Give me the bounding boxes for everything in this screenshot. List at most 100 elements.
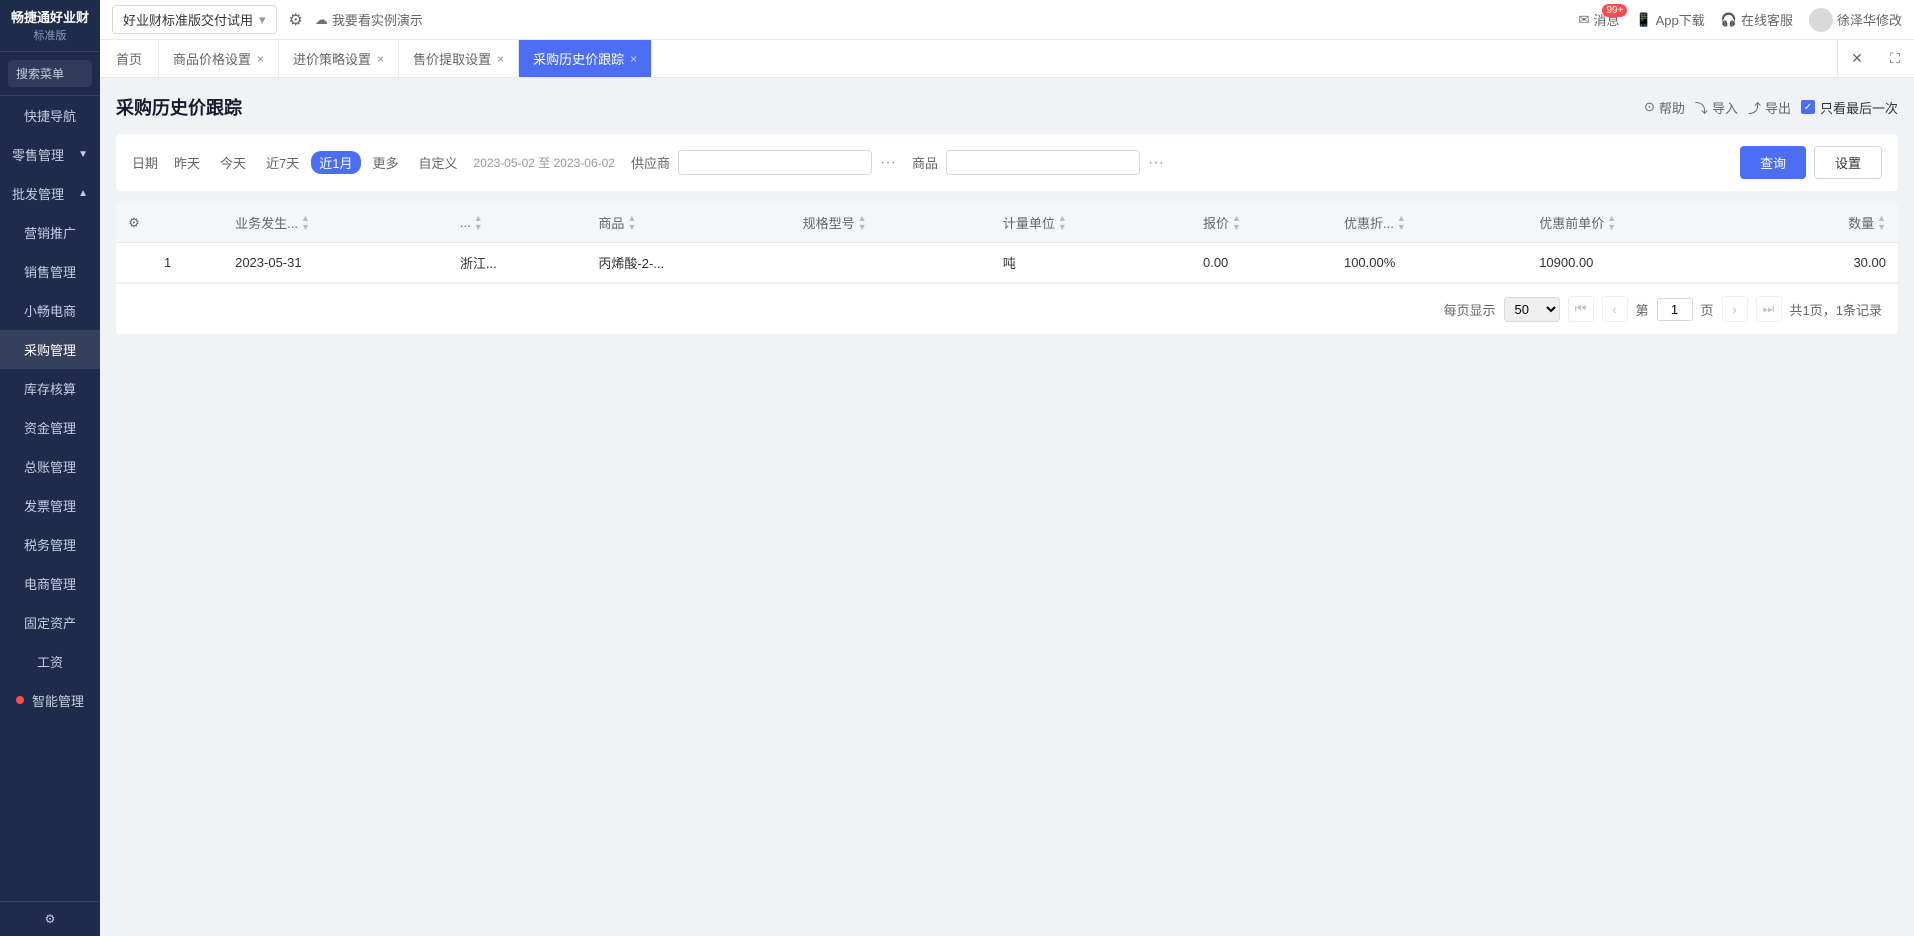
date-opt-last1month[interactable]: 近1月	[311, 151, 360, 174]
demo-button[interactable]: ☁ 我要看实例演示	[315, 10, 423, 29]
sidebar-bottom: ⚙	[0, 901, 100, 936]
page-first-button[interactable]: ⏮	[1568, 296, 1594, 322]
col-biz-date[interactable]: 业务发生... ▲▼	[223, 203, 448, 243]
tab-sale-price-label: 售价提取设置	[413, 49, 491, 68]
company-selector[interactable]: 好业财标准版交付试用 ▾	[112, 5, 277, 34]
sidebar-item-invoice[interactable]: 发票管理	[0, 486, 100, 525]
date-opt-last7[interactable]: 近7天	[258, 151, 307, 174]
pagination: 每页显示 50 100 200 ⏮ ‹ 第 页 › ⏭ 共1页，1条记录	[116, 283, 1898, 334]
tab-home[interactable]: 首页	[100, 40, 159, 78]
tab-purchase-strategy-close[interactable]: ×	[377, 52, 384, 66]
sidebar-item-quick-nav[interactable]: 快捷导航	[0, 96, 100, 135]
tab-close-button[interactable]: ✕	[1838, 40, 1876, 78]
tab-sale-price-close[interactable]: ×	[497, 52, 504, 66]
export-button[interactable]: ⤴ 导出	[1748, 98, 1791, 117]
page-unit: 页	[1701, 300, 1714, 319]
help-icon: ⊙	[1644, 99, 1655, 115]
tab-purchase-history-close[interactable]: ×	[630, 52, 637, 66]
cell-discount: 100.00%	[1332, 243, 1527, 283]
logo-title: 畅捷通好业财	[8, 10, 92, 27]
date-opt-custom[interactable]: 自定义	[411, 151, 466, 174]
sidebar-item-ecommerce-small[interactable]: 小畅电商	[0, 291, 100, 330]
page-number-input[interactable]	[1657, 298, 1693, 321]
sidebar-item-marketing[interactable]: 营销推广	[0, 213, 100, 252]
app-logo: 畅捷通好业财 标准版	[0, 0, 100, 52]
tab-price-close[interactable]: ×	[257, 52, 264, 66]
supplier-filter-group: 供应商 ···	[631, 150, 896, 175]
sidebar-item-purchase[interactable]: 采购管理	[0, 330, 100, 369]
import-label: 导入	[1712, 98, 1738, 117]
page-prev-button[interactable]: ‹	[1602, 296, 1628, 322]
tab-price[interactable]: 商品价格设置 ×	[159, 40, 279, 78]
sidebar-item-ledger[interactable]: 总账管理	[0, 447, 100, 486]
main-area: 好业财标准版交付试用 ▾ ⚙ ☁ 我要看实例演示 ✉ 消息 99+ 📱 App下…	[100, 0, 1914, 936]
sidebar-settings-button[interactable]: ⚙	[0, 902, 100, 936]
date-options: 昨天 今天 近7天 近1月 更多 自定义	[166, 151, 466, 174]
selector-arrow: ▾	[259, 12, 266, 28]
avatar	[1809, 8, 1833, 32]
tab-purchase-strategy[interactable]: 进价策略设置 ×	[279, 40, 399, 78]
search-menu-button[interactable]: 搜索菜单	[8, 60, 92, 87]
tab-purchase-history-label: 采购历史价跟踪	[533, 49, 624, 68]
sidebar-item-finance[interactable]: 资金管理	[0, 408, 100, 447]
goods-input[interactable]	[946, 150, 1140, 175]
company-name: 好业财标准版交付试用	[123, 10, 253, 29]
page-next-button[interactable]: ›	[1722, 296, 1748, 322]
user-profile[interactable]: 徐泽华修改	[1809, 8, 1902, 32]
sidebar-search[interactable]: 搜索菜单	[0, 52, 100, 96]
customer-service-button[interactable]: 🎧 在线客服	[1721, 10, 1793, 29]
sidebar-item-assets[interactable]: 固定资产	[0, 603, 100, 642]
col-quantity[interactable]: 数量 ▲▼	[1757, 203, 1898, 243]
sidebar-item-wholesale[interactable]: 批发管理 ▲	[0, 174, 100, 213]
col-unit[interactable]: 计量单位 ▲▼	[991, 203, 1191, 243]
tabbar: 首页 商品价格设置 × 进价策略设置 × 售价提取设置 × 采购历史价跟踪 × …	[100, 40, 1914, 78]
sidebar-item-tax[interactable]: 税务管理	[0, 525, 100, 564]
app-download-label: App下载	[1656, 10, 1705, 29]
total-info: 共1页，1条记录	[1790, 300, 1882, 319]
col-spec[interactable]: 规格型号 ▲▼	[791, 203, 991, 243]
supplier-input[interactable]	[678, 150, 872, 175]
sidebar-item-ecommerce[interactable]: 电商管理	[0, 564, 100, 603]
date-opt-more[interactable]: 更多	[365, 151, 407, 174]
date-opt-yesterday[interactable]: 昨天	[166, 151, 208, 174]
topbar-settings-icon[interactable]: ⚙	[289, 10, 303, 30]
cell-spec	[791, 243, 991, 283]
message-button[interactable]: ✉ 消息 99+	[1579, 10, 1620, 29]
date-opt-today[interactable]: 今天	[212, 151, 254, 174]
help-button[interactable]: ⊙ 帮助	[1644, 98, 1685, 117]
tab-purchase-history[interactable]: 采购历史价跟踪 ×	[519, 40, 652, 78]
col-pre-discount-price[interactable]: 优惠前单价 ▲▼	[1527, 203, 1757, 243]
goods-dots[interactable]: ···	[1148, 154, 1164, 172]
sidebar-item-inventory[interactable]: 库存核算	[0, 369, 100, 408]
date-label: 日期	[132, 153, 158, 172]
page-last-button[interactable]: ⏭	[1756, 296, 1782, 322]
col-discount[interactable]: 优惠折... ▲▼	[1332, 203, 1527, 243]
cell-quote: 0.00	[1191, 243, 1332, 283]
sidebar-item-smart[interactable]: 智能管理	[0, 681, 100, 720]
user-name: 徐泽华修改	[1837, 10, 1902, 29]
sidebar-item-sales[interactable]: 销售管理	[0, 252, 100, 291]
tab-expand-button[interactable]: ⛶	[1876, 40, 1914, 78]
col-quote[interactable]: 报价 ▲▼	[1191, 203, 1332, 243]
sidebar-item-salary[interactable]: 工资	[0, 642, 100, 681]
filter-bar: 日期 昨天 今天 近7天 近1月 更多 自定义 2023-05-02 至 202…	[116, 134, 1898, 191]
query-button[interactable]: 查询	[1740, 146, 1806, 179]
supplier-dots[interactable]: ···	[880, 154, 896, 172]
cell-unit: 吨	[991, 243, 1191, 283]
sidebar-item-retail[interactable]: 零售管理 ▼	[0, 135, 100, 174]
page-label: 第	[1636, 300, 1649, 319]
only-last-checkbox[interactable]: ✓ 只看最后一次	[1801, 98, 1898, 117]
tab-sale-price[interactable]: 售价提取设置 ×	[399, 40, 519, 78]
app-download-button[interactable]: 📱 App下载	[1635, 10, 1704, 29]
message-badge: 99+	[1602, 4, 1627, 17]
only-last-label: 只看最后一次	[1820, 98, 1898, 117]
filter-settings-button[interactable]: 设置	[1814, 146, 1882, 179]
col-more[interactable]: ... ▲▼	[448, 203, 586, 243]
date-filter-group: 日期 昨天 今天 近7天 近1月 更多 自定义 2023-05-02 至 202…	[132, 151, 615, 174]
col-goods[interactable]: 商品 ▲▼	[586, 203, 790, 243]
import-button[interactable]: ⤵ 导入	[1695, 98, 1738, 117]
page-size-select[interactable]: 50 100 200	[1504, 297, 1560, 322]
cell-goods: 丙烯酸-2-...	[586, 243, 790, 283]
export-icon: ⤴	[1748, 98, 1761, 117]
table-settings-icon[interactable]: ⚙	[128, 215, 140, 230]
